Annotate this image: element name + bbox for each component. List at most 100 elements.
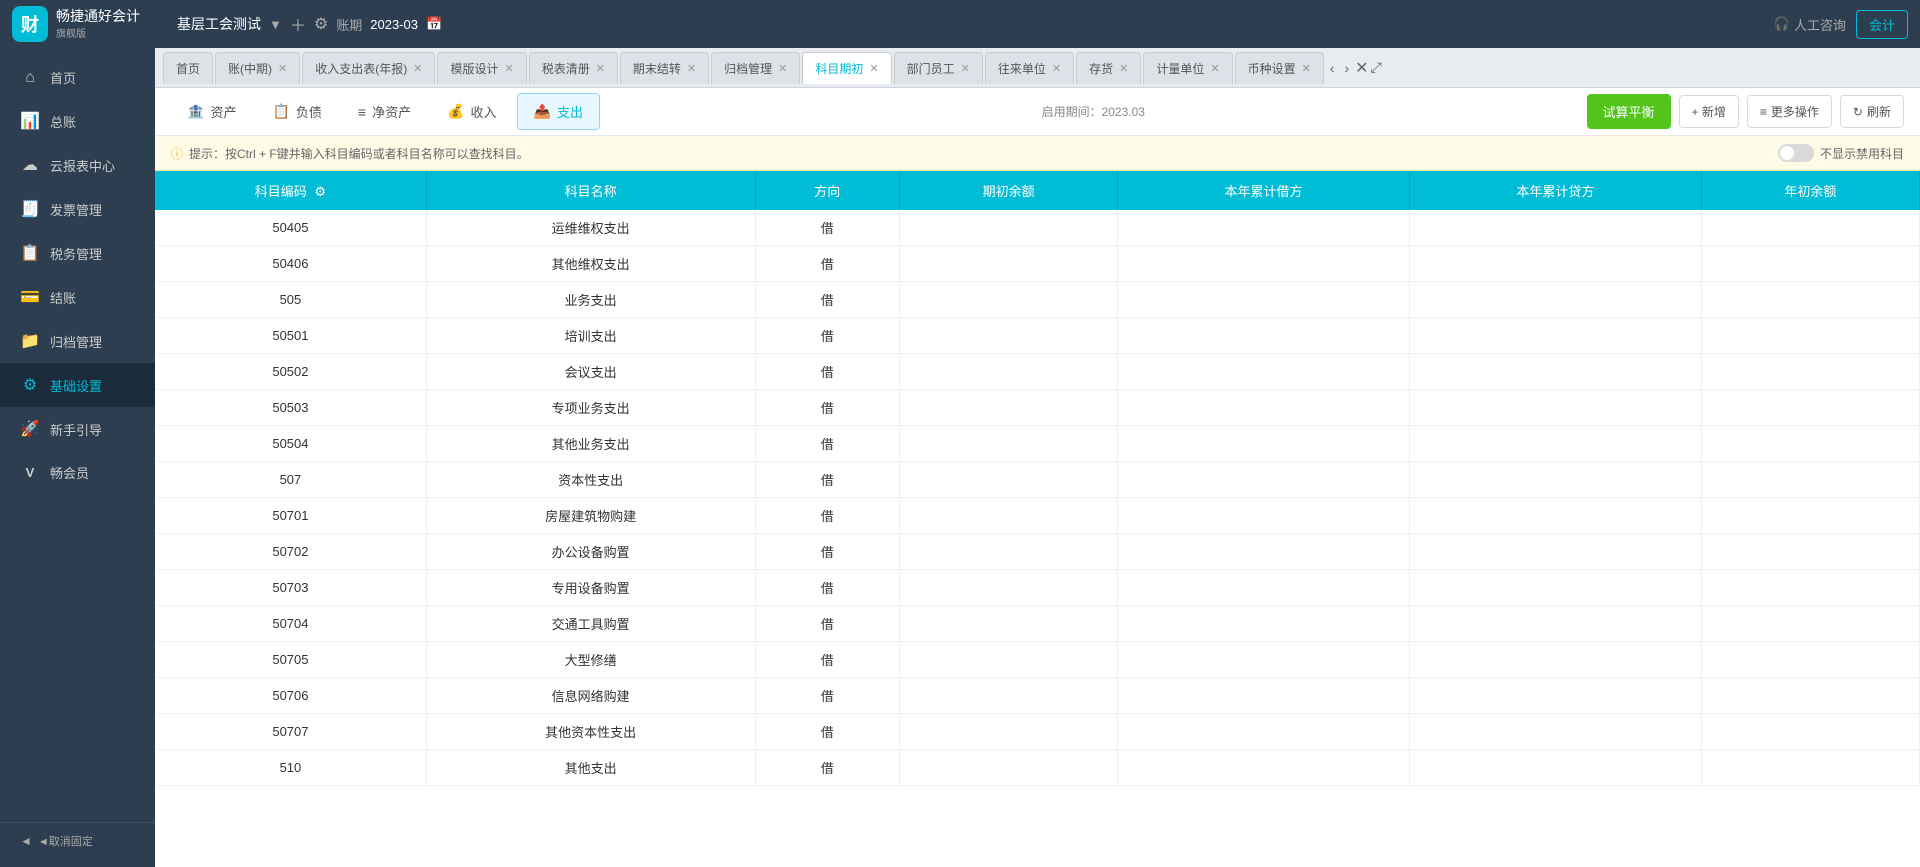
cell-ytd-credit	[1409, 282, 1701, 318]
cell-name: 专用设备购置	[426, 570, 755, 606]
cell-direction: 借	[755, 642, 900, 678]
top-bar: 财 畅捷通好会计 旗舰版 基层工会测试 ▼ ＋ ⚙ 账期 2023-03 📅 🎧…	[0, 0, 1920, 48]
tab-dept-staff[interactable]: 部门员工 ✕	[894, 52, 983, 84]
close-tab-template-icon[interactable]: ✕	[504, 62, 513, 75]
cell-period-balance	[900, 750, 1118, 786]
tab-close-all-button[interactable]: ✕	[1355, 58, 1368, 78]
sub-tab-net-asset[interactable]: ≡ 净资产	[342, 94, 427, 129]
cell-direction: 借	[755, 354, 900, 390]
tab-unit[interactable]: 计量单位 ✕	[1143, 52, 1232, 84]
cell-ytd-debit	[1118, 570, 1410, 606]
close-tab-inventory-icon[interactable]: ✕	[1119, 62, 1128, 75]
sidebar-item-close[interactable]: 💳 结账	[0, 275, 155, 319]
cell-period-balance	[900, 426, 1118, 462]
sub-tab-expenditure[interactable]: 📤 支出	[517, 93, 600, 130]
sidebar-item-archive[interactable]: 📁 归档管理	[0, 319, 155, 363]
account-button[interactable]: 会计	[1856, 10, 1908, 39]
close-tab-unit-icon[interactable]: ✕	[1210, 62, 1219, 75]
cell-code: 507	[155, 462, 426, 498]
top-middle: 基层工会测试 ▼ ＋ ⚙ 账期 2023-03 📅	[177, 12, 1764, 36]
close-tab-period-icon[interactable]: ✕	[278, 62, 287, 75]
tab-subject-init[interactable]: 科目期初 ✕	[802, 52, 891, 84]
add-button[interactable]: + 新增	[1679, 95, 1739, 128]
table-row[interactable]: 50706 信息网络购建 借	[155, 678, 1920, 714]
cell-name: 交通工具购置	[426, 606, 755, 642]
cell-name: 大型修缮	[426, 642, 755, 678]
close-tab-currency-icon[interactable]: ✕	[1302, 62, 1311, 75]
sidebar-item-settings[interactable]: ⚙ 基础设置	[0, 363, 155, 407]
table-row[interactable]: 50405 运维维权支出 借	[155, 210, 1920, 246]
table-row[interactable]: 50501 培训支出 借	[155, 318, 1920, 354]
headset-icon: 🎧	[1774, 16, 1790, 32]
tab-tax-list[interactable]: 税表清册 ✕	[529, 52, 618, 84]
tab-inventory[interactable]: 存货 ✕	[1076, 52, 1141, 84]
sidebar-item-home[interactable]: ⌂ 首页	[0, 56, 155, 99]
tab-home[interactable]: 首页	[163, 52, 213, 84]
cell-name: 其他支出	[426, 750, 755, 786]
sub-tab-asset[interactable]: 🏦 资产	[171, 94, 252, 129]
close-tab-contacts-icon[interactable]: ✕	[1052, 62, 1061, 75]
table-row[interactable]: 50703 专用设备购置 借	[155, 570, 1920, 606]
col-name: 科目名称	[426, 171, 755, 210]
cell-year-balance	[1701, 354, 1919, 390]
sidebar-item-invoice[interactable]: 🧾 发票管理	[0, 187, 155, 231]
cell-code: 50503	[155, 390, 426, 426]
table-row[interactable]: 50701 房屋建筑物购建 借	[155, 498, 1920, 534]
sidebar-item-member[interactable]: V 畅会员	[0, 451, 155, 494]
table-row[interactable]: 50503 专项业务支出 借	[155, 390, 1920, 426]
tab-period-close[interactable]: 期末结转 ✕	[620, 52, 709, 84]
close-tab-tax-list-icon[interactable]: ✕	[596, 62, 605, 75]
more-button[interactable]: ≡ 更多操作	[1747, 95, 1832, 128]
cell-year-balance	[1701, 498, 1919, 534]
table-row[interactable]: 50707 其他资本性支出 借	[155, 714, 1920, 750]
sidebar-item-reports[interactable]: ☁ 云报表中心	[0, 143, 155, 187]
table-row[interactable]: 50705 大型修缮 借	[155, 642, 1920, 678]
table-row[interactable]: 505 业务支出 借	[155, 282, 1920, 318]
cell-period-balance	[900, 642, 1118, 678]
balance-button[interactable]: 试算平衡	[1587, 94, 1671, 129]
close-tab-archive-icon[interactable]: ✕	[778, 62, 787, 75]
member-icon: V	[20, 465, 40, 480]
help-button[interactable]: 🎧 人工咨询	[1774, 15, 1846, 34]
show-disabled-toggle[interactable]: 不显示禁用科目	[1778, 144, 1904, 162]
column-settings-icon[interactable]: ⚙	[314, 184, 326, 199]
cell-period-balance	[900, 390, 1118, 426]
cell-code: 50501	[155, 318, 426, 354]
sidebar-collapse-button[interactable]: ◄ ◄取消固定	[0, 822, 155, 859]
cell-year-balance	[1701, 570, 1919, 606]
tab-archive[interactable]: 归档管理 ✕	[711, 52, 800, 84]
table-row[interactable]: 50504 其他业务支出 借	[155, 426, 1920, 462]
tab-expand-button[interactable]: ⤢	[1371, 59, 1382, 76]
table-row[interactable]: 507 资本性支出 借	[155, 462, 1920, 498]
tab-contacts[interactable]: 往来单位 ✕	[985, 52, 1074, 84]
table-row[interactable]: 50704 交通工具购置 借	[155, 606, 1920, 642]
tab-period[interactable]: 账(中期) ✕	[215, 52, 300, 84]
table-row[interactable]: 50502 会议支出 借	[155, 354, 1920, 390]
sidebar-item-guide[interactable]: 🚀 新手引导	[0, 407, 155, 451]
tab-scroll-left-button[interactable]: ‹	[1326, 58, 1339, 78]
settings-icon[interactable]: ⚙	[314, 14, 328, 34]
table-row[interactable]: 50406 其他维权支出 借	[155, 246, 1920, 282]
sub-tab-income[interactable]: 💰 收入	[431, 94, 512, 129]
close-tab-subject-init-icon[interactable]: ✕	[869, 62, 878, 75]
add-tab-button[interactable]: ＋	[290, 12, 306, 36]
company-dropdown-icon[interactable]: ▼	[269, 17, 282, 32]
table-row[interactable]: 50702 办公设备购置 借	[155, 534, 1920, 570]
sidebar-item-ledger[interactable]: 📊 总账	[0, 99, 155, 143]
tab-currency[interactable]: 币种设置 ✕	[1235, 52, 1324, 84]
close-tab-period-close-icon[interactable]: ✕	[687, 62, 696, 75]
tab-scroll-right-button[interactable]: ›	[1340, 58, 1353, 78]
cell-ytd-debit	[1118, 678, 1410, 714]
close-tab-dept-staff-icon[interactable]: ✕	[961, 62, 970, 75]
sidebar-item-tax[interactable]: 📋 税务管理	[0, 231, 155, 275]
refresh-button[interactable]: ↻ 刷新	[1840, 95, 1904, 128]
period-display: 启用期间：2023.03	[1042, 103, 1145, 120]
tab-income-report[interactable]: 收入支出表(年报) ✕	[302, 52, 435, 84]
toggle-switch[interactable]	[1778, 144, 1814, 162]
calendar-icon[interactable]: 📅	[426, 16, 442, 32]
sub-tab-liability[interactable]: 📋 负债	[256, 94, 337, 129]
tab-template[interactable]: 模版设计 ✕	[437, 52, 526, 84]
cell-name: 专项业务支出	[426, 390, 755, 426]
close-tab-income-report-icon[interactable]: ✕	[413, 62, 422, 75]
table-row[interactable]: 510 其他支出 借	[155, 750, 1920, 786]
